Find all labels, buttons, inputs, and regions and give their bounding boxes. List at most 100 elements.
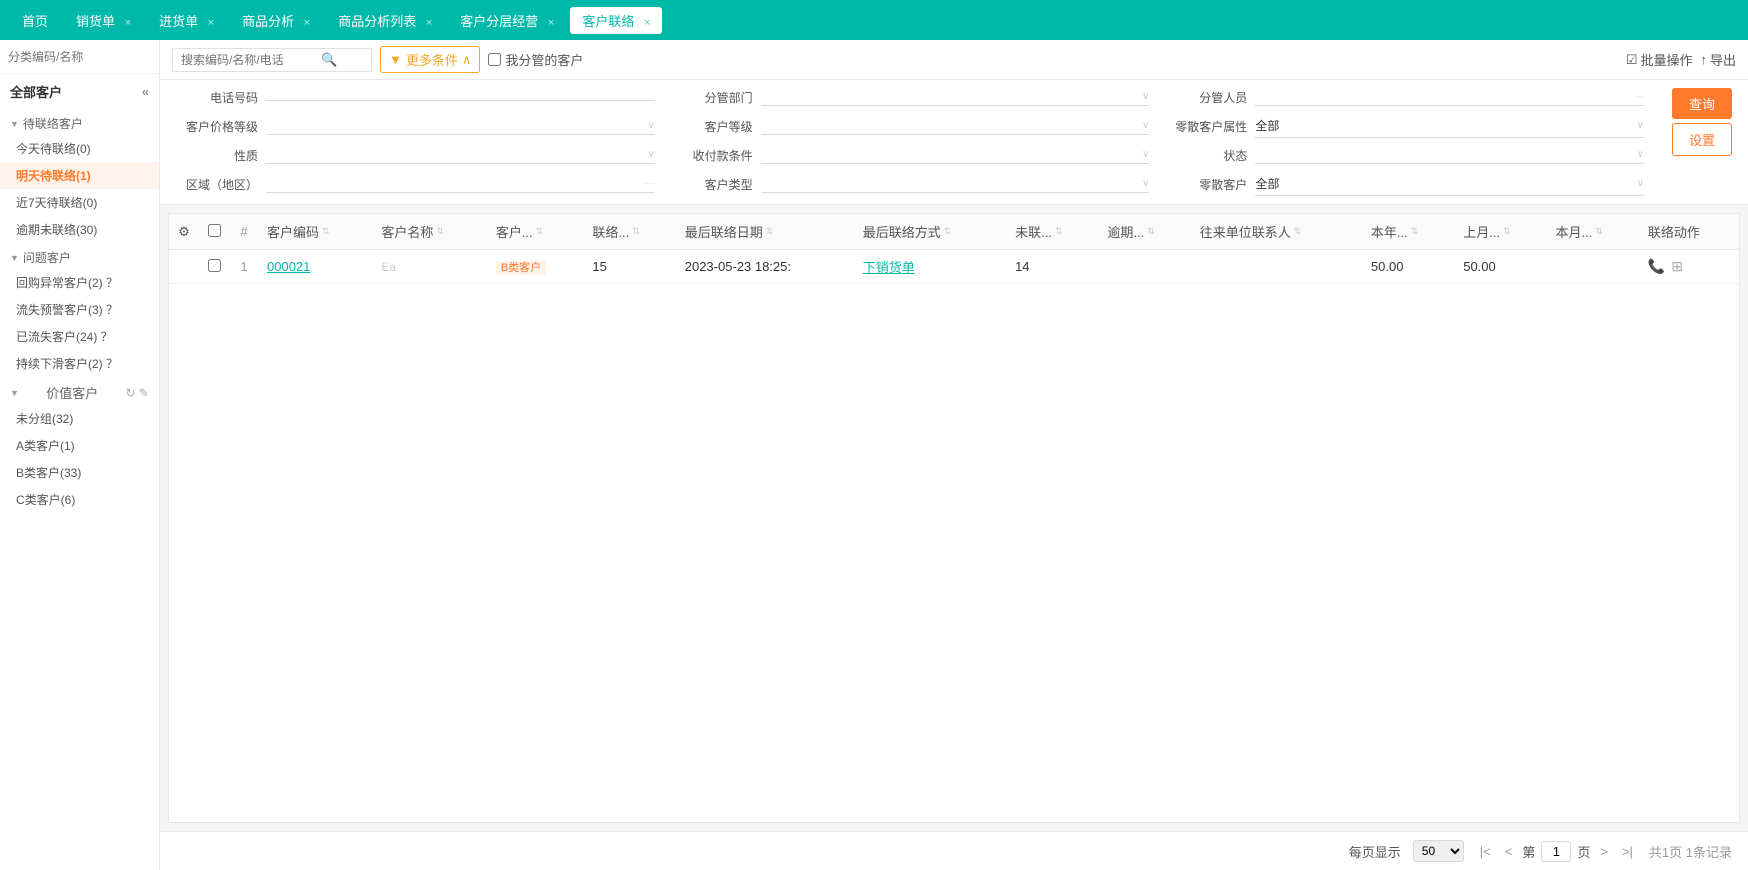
close-icon[interactable]: ×: [208, 17, 214, 29]
nav-product-analysis-list[interactable]: 商品分析列表 ×: [326, 7, 444, 34]
prev-page-btn[interactable]: <: [1501, 842, 1517, 861]
batch-operation-btn[interactable]: ☑ 批量操作: [1626, 50, 1693, 69]
search-icon[interactable]: 🔍: [321, 52, 337, 68]
phone-action-icon[interactable]: 📞: [1648, 258, 1665, 275]
th-overdue[interactable]: 逾期...⇅: [1099, 214, 1191, 250]
sidebar-item-class-a[interactable]: A类客户(1): [0, 432, 159, 459]
retail-attr-input[interactable]: 全部∨: [1255, 114, 1644, 138]
export-btn[interactable]: ↑ 导出: [1700, 50, 1736, 69]
th-uncontacted[interactable]: 未联...⇅: [1007, 214, 1099, 250]
grid-action-icon[interactable]: ⊞: [1671, 258, 1683, 275]
payment-input[interactable]: ∨: [761, 146, 1150, 164]
filter-field-customer-type: 客户类型 ∨: [671, 175, 1150, 193]
sidebar-item-overdue[interactable]: 逾期未联络(30): [0, 216, 159, 243]
row-name[interactable]: Ea: [373, 250, 487, 284]
close-icon[interactable]: ×: [548, 17, 554, 29]
nav-product-analysis[interactable]: 商品分析 ×: [230, 7, 322, 34]
th-last-contact-method[interactable]: 最后联络方式⇅: [855, 214, 1007, 250]
sidebar-search-input[interactable]: [8, 50, 160, 64]
th-last-contact-date[interactable]: 最后联络日期⇅: [677, 214, 855, 250]
row-action: 📞 ⊞: [1640, 250, 1739, 284]
table-area: ⚙ # 客户编码⇅ 客户名称⇅ 客户...⇅ 联络...⇅ 最后联络日期⇅ 最后…: [168, 213, 1740, 823]
sort-icon: ⇅: [322, 226, 330, 237]
nature-input[interactable]: ∨: [266, 146, 655, 164]
sidebar-item-declining[interactable]: 持续下滑客户(2) ？: [0, 350, 159, 377]
th-customer-code[interactable]: 客户编码⇅: [259, 214, 373, 250]
per-page-select[interactable]: 50 100 200: [1413, 840, 1464, 862]
close-icon[interactable]: ×: [304, 17, 310, 29]
nav-customer-segmentation[interactable]: 客户分层经营 ×: [448, 7, 566, 34]
sidebar-item-churn-warning[interactable]: 流失预警客户(3) ？: [0, 296, 159, 323]
collapse-icon[interactable]: «: [142, 84, 149, 99]
filter-field-customer-level: 客户等级 ∨: [671, 117, 1150, 135]
contact-method-link[interactable]: 下销货单: [863, 260, 915, 275]
price-level-input[interactable]: ∨: [266, 117, 655, 135]
manager-input[interactable]: ···: [1255, 88, 1644, 106]
sidebar-all-customers[interactable]: 全部客户 «: [0, 74, 159, 109]
next-page-btn[interactable]: >: [1596, 842, 1612, 861]
customer-type-input[interactable]: ∨: [761, 175, 1150, 193]
value-group-icons[interactable]: ↻ ✎: [126, 386, 149, 400]
nav-customer-contact[interactable]: 客户联络 ×: [570, 7, 662, 34]
row-gear: [169, 250, 199, 284]
sidebar-item-class-b[interactable]: B类客户(33): [0, 459, 159, 486]
th-this-month[interactable]: 本月...⇅: [1548, 214, 1640, 250]
th-customer-type[interactable]: 客户...⇅: [488, 214, 585, 250]
more-conditions-btn[interactable]: ▼ 更多条件 ∧: [380, 46, 480, 73]
dept-input[interactable]: ∨: [761, 88, 1150, 106]
query-button[interactable]: 查询: [1672, 88, 1732, 119]
sidebar-item-churned[interactable]: 已流失客户(24) ？: [0, 323, 159, 350]
sort-icon: ⇅: [1147, 226, 1155, 237]
sidebar-item-tomorrow[interactable]: 明天待联络(1): [0, 162, 159, 189]
row-checkbox[interactable]: [208, 259, 221, 272]
my-customers-checkbox[interactable]: [488, 53, 501, 66]
th-contact-person[interactable]: 往来单位联系人⇅: [1192, 214, 1363, 250]
sidebar-item-today[interactable]: 今天待联络(0): [0, 135, 159, 162]
close-icon[interactable]: ×: [125, 17, 131, 29]
th-this-year[interactable]: 本年...⇅: [1363, 214, 1455, 250]
row-code[interactable]: 000021: [259, 250, 373, 284]
setting-button[interactable]: 设置: [1672, 123, 1732, 156]
row-method[interactable]: 下销货单: [855, 250, 1007, 284]
last-page-btn[interactable]: >|: [1618, 842, 1637, 861]
region-input[interactable]: ···: [266, 175, 655, 193]
sort-icon: ⇅: [1055, 226, 1063, 237]
th-customer-name[interactable]: 客户名称⇅: [373, 214, 487, 250]
export-icon: ↑: [1700, 52, 1707, 67]
th-checkbox[interactable]: [199, 214, 229, 250]
customer-code-link[interactable]: 000021: [267, 259, 310, 274]
nav-home[interactable]: 首页: [10, 7, 60, 34]
filter-field-dept: 分管部门 ∨: [671, 88, 1150, 106]
nav-purchase-order[interactable]: 进货单 ×: [147, 7, 226, 34]
export-label: 导出: [1710, 50, 1736, 69]
row-last-month: 50.00: [1455, 250, 1547, 284]
retail-customer-input[interactable]: 全部∨: [1255, 172, 1644, 196]
th-last-month[interactable]: 上月...⇅: [1455, 214, 1547, 250]
first-page-btn[interactable]: |<: [1476, 842, 1495, 861]
select-all-checkbox[interactable]: [208, 224, 221, 237]
close-icon[interactable]: ×: [644, 17, 650, 29]
sidebar-item-abnormal-repurchase[interactable]: 回购异常客户(2) ？: [0, 269, 159, 296]
page-number-input[interactable]: [1541, 841, 1571, 862]
nav-sales-order[interactable]: 销货单 ×: [64, 7, 143, 34]
th-contact-count[interactable]: 联络...⇅: [584, 214, 676, 250]
sidebar-item-class-c[interactable]: C类客户(6): [0, 486, 159, 513]
filter-search-input[interactable]: [181, 53, 321, 67]
status-input[interactable]: ∨: [1255, 146, 1644, 164]
th-type-label: 客户...: [496, 222, 533, 241]
chevron-down-icon: ∨: [1142, 91, 1149, 102]
customer-level-input[interactable]: ∨: [761, 117, 1150, 135]
sidebar-item-ungrouped[interactable]: 未分组(32): [0, 405, 159, 432]
phone-input[interactable]: [266, 94, 655, 101]
sort-icon: ⇅: [436, 226, 444, 237]
filter-field-region: 区域（地区） ···: [176, 175, 655, 193]
th-settings[interactable]: ⚙: [169, 214, 199, 250]
th-uncontacted-label: 未联...: [1015, 222, 1052, 241]
close-icon[interactable]: ×: [426, 17, 432, 29]
sidebar-group-problem: 问题客户: [0, 243, 159, 269]
page-nav: |< < 第 页 > >|: [1476, 841, 1637, 862]
chevron-down-icon: ∨: [1142, 120, 1149, 131]
sidebar-item-7days[interactable]: 近7天待联络(0): [0, 189, 159, 216]
th-tmonth-label: 本月...: [1556, 222, 1593, 241]
customer-table: ⚙ # 客户编码⇅ 客户名称⇅ 客户...⇅ 联络...⇅ 最后联络日期⇅ 最后…: [169, 214, 1739, 284]
